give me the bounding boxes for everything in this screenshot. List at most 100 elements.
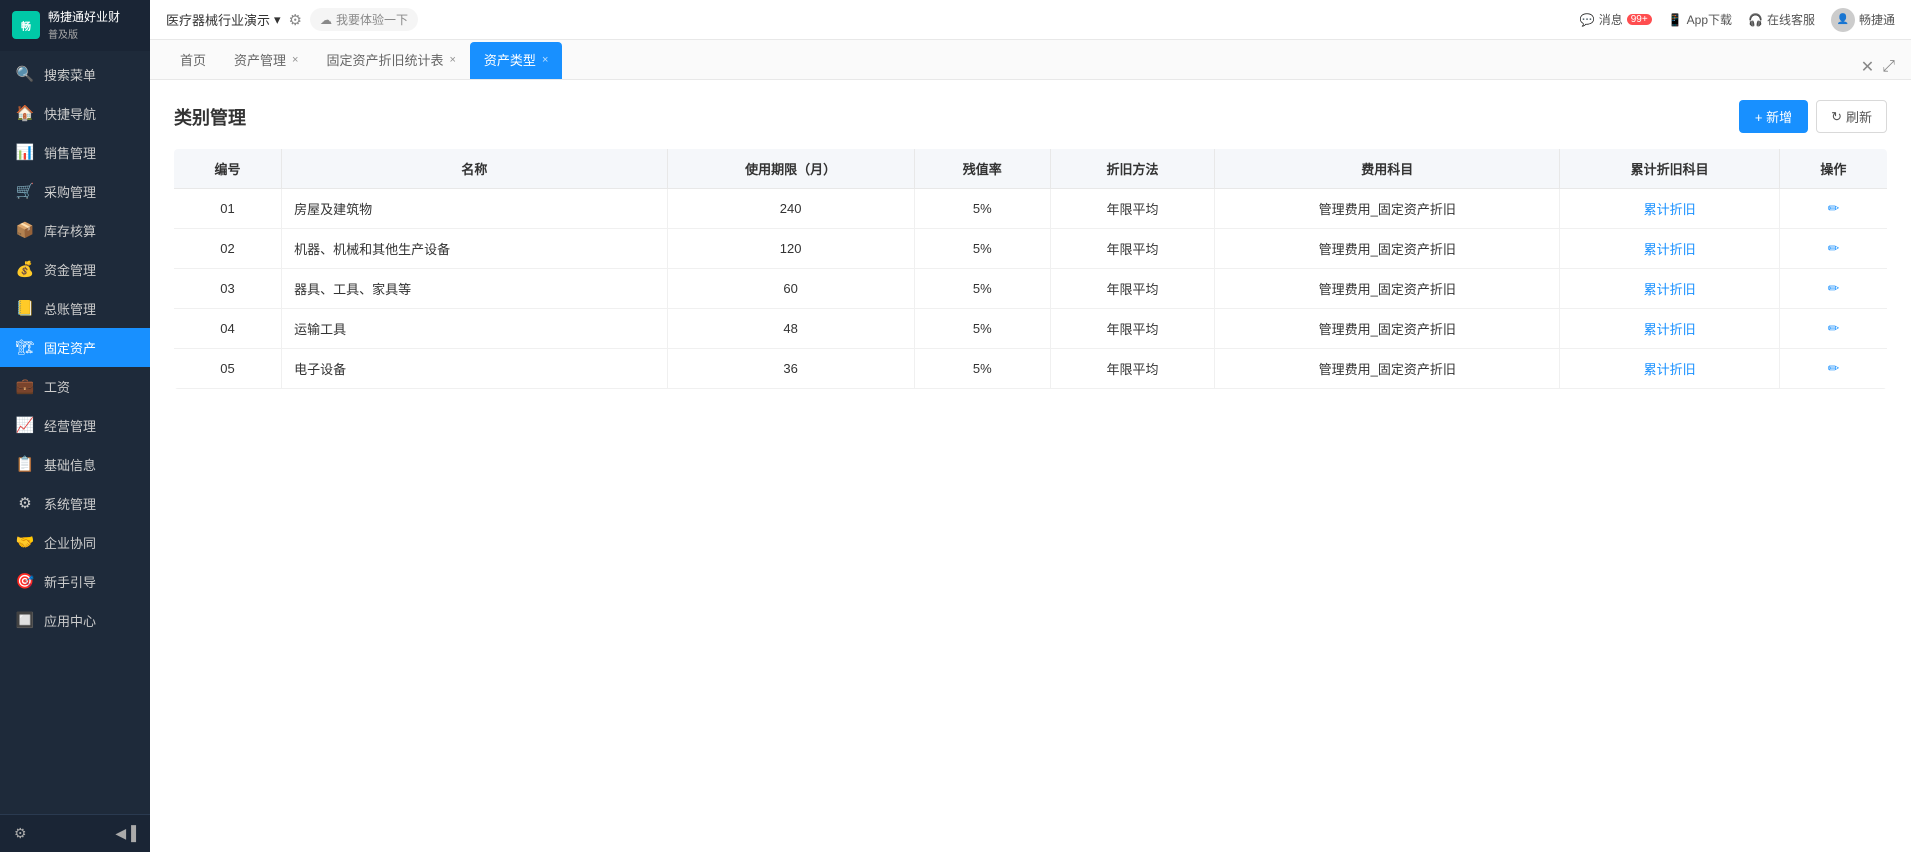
row-accumulated: 累计折旧 bbox=[1560, 269, 1779, 309]
app-center-icon: 🔲 bbox=[16, 611, 34, 629]
experience-btn[interactable]: ☁ 我要体验一下 bbox=[310, 8, 418, 31]
search-icon: 🔍 bbox=[16, 65, 34, 83]
sidebar-item-enterprise[interactable]: 🤝 企业协同 bbox=[0, 523, 150, 562]
sidebar-item-label: 经营管理 bbox=[44, 416, 96, 435]
row-period: 60 bbox=[667, 269, 914, 309]
collapse-icon[interactable]: ◀▐ bbox=[115, 825, 136, 842]
user-menu[interactable]: 👤 畅捷通 bbox=[1831, 8, 1895, 32]
row-code: 01 bbox=[174, 189, 282, 229]
row-code: 03 bbox=[174, 269, 282, 309]
cloud-icon: ☁ bbox=[320, 13, 332, 27]
expand-icon[interactable]: ⤢ bbox=[1882, 58, 1895, 76]
guide-icon: 🎯 bbox=[16, 572, 34, 590]
sidebar-item-inventory[interactable]: 📦 库存核算 bbox=[0, 211, 150, 250]
edit-icon[interactable]: ✏ bbox=[1828, 280, 1840, 296]
close-tab-icon[interactable]: ✕ bbox=[1861, 57, 1874, 77]
row-method: 年限平均 bbox=[1050, 189, 1214, 229]
sidebar-item-guide[interactable]: 🎯 新手引导 bbox=[0, 562, 150, 601]
sidebar-item-purchase[interactable]: 🛒 采购管理 bbox=[0, 172, 150, 211]
row-residual: 5% bbox=[914, 309, 1050, 349]
row-code: 04 bbox=[174, 309, 282, 349]
tab-close-asset-mgmt[interactable]: × bbox=[292, 54, 298, 66]
sidebar-item-label: 快捷导航 bbox=[44, 104, 96, 123]
tabbar: 首页资产管理×固定资产折旧统计表× 资产类型 × ✕ ⤢ bbox=[150, 40, 1911, 80]
service-icon: 🎧 bbox=[1748, 13, 1763, 27]
row-actions: ✏ bbox=[1779, 229, 1887, 269]
notifications-btn[interactable]: 💬 消息 99+ bbox=[1580, 11, 1652, 28]
tab-close-asset-type[interactable]: × bbox=[542, 54, 548, 66]
row-period: 36 bbox=[667, 349, 914, 389]
tab-label-home: 首页 bbox=[180, 50, 206, 69]
refresh-btn[interactable]: ↻ 刷新 bbox=[1816, 100, 1887, 133]
category-table: 编号名称使用期限（月）残值率折旧方法费用科目累计折旧科目操作 01 房屋及建筑物… bbox=[174, 149, 1887, 389]
row-accumulated: 累计折旧 bbox=[1560, 189, 1779, 229]
sidebar-item-label: 固定资产 bbox=[44, 338, 96, 357]
row-method: 年限平均 bbox=[1050, 229, 1214, 269]
experience-label: 我要体验一下 bbox=[336, 11, 408, 28]
row-name: 机器、机械和其他生产设备 bbox=[282, 229, 668, 269]
row-name: 房屋及建筑物 bbox=[282, 189, 668, 229]
sidebar-item-finance[interactable]: 💰 资金管理 bbox=[0, 250, 150, 289]
sidebar-item-search[interactable]: 🔍 搜索菜单 bbox=[0, 55, 150, 94]
sidebar-item-operation[interactable]: 📈 经营管理 bbox=[0, 406, 150, 445]
row-residual: 5% bbox=[914, 269, 1050, 309]
sidebar-item-salary[interactable]: 💼 工资 bbox=[0, 367, 150, 406]
new-btn[interactable]: + 新增 bbox=[1739, 100, 1808, 133]
sidebar-item-sales[interactable]: 📊 销售管理 bbox=[0, 133, 150, 172]
row-expense: 管理费用_固定资产折旧 bbox=[1214, 309, 1560, 349]
sidebar-item-label: 采购管理 bbox=[44, 182, 96, 201]
edit-icon[interactable]: ✏ bbox=[1828, 240, 1840, 256]
company-selector[interactable]: 医疗器械行业演示 ▾ bbox=[166, 10, 281, 29]
topbar-right: 💬 消息 99+ 📱 App下载 🎧 在线客服 👤 畅捷通 bbox=[1580, 8, 1895, 32]
settings-btn[interactable]: ⚙ bbox=[289, 11, 302, 29]
row-actions: ✏ bbox=[1779, 269, 1887, 309]
sidebar: 畅 畅捷通好业财 普及版 🔍 搜索菜单 🏠 快捷导航 📊 销售管理 🛒 采购管理… bbox=[0, 0, 150, 852]
row-name: 器具、工具、家具等 bbox=[282, 269, 668, 309]
tab-fixed-asset-table[interactable]: 固定资产折旧统计表× bbox=[312, 42, 469, 79]
enterprise-icon: 🤝 bbox=[16, 533, 34, 551]
sidebar-item-label: 总账管理 bbox=[44, 299, 96, 318]
row-expense: 管理费用_固定资产折旧 bbox=[1214, 229, 1560, 269]
row-code: 02 bbox=[174, 229, 282, 269]
col-header: 名称 bbox=[282, 149, 668, 189]
row-name: 电子设备 bbox=[282, 349, 668, 389]
row-period: 240 bbox=[667, 189, 914, 229]
tabbar-actions: ✕ ⤢ bbox=[1861, 57, 1895, 79]
sidebar-item-shortcut[interactable]: 🏠 快捷导航 bbox=[0, 94, 150, 133]
col-header: 操作 bbox=[1779, 149, 1887, 189]
row-expense: 管理费用_固定资产折旧 bbox=[1214, 349, 1560, 389]
company-name: 医疗器械行业演示 bbox=[166, 10, 270, 29]
download-icon: 📱 bbox=[1668, 13, 1683, 27]
bell-icon: 💬 bbox=[1580, 13, 1595, 27]
inventory-icon: 📦 bbox=[16, 221, 34, 239]
tab-home[interactable]: 首页 bbox=[166, 42, 220, 79]
sidebar-item-app-center[interactable]: 🔲 应用中心 bbox=[0, 601, 150, 640]
edit-icon[interactable]: ✏ bbox=[1828, 320, 1840, 336]
row-accumulated: 累计折旧 bbox=[1560, 229, 1779, 269]
ledger-icon: 📒 bbox=[16, 299, 34, 317]
tab-asset-mgmt[interactable]: 资产管理× bbox=[220, 42, 312, 79]
table-row: 04 运输工具 48 5% 年限平均 管理费用_固定资产折旧 累计折旧 ✏ bbox=[174, 309, 1887, 349]
row-method: 年限平均 bbox=[1050, 309, 1214, 349]
app-download-btn[interactable]: 📱 App下载 bbox=[1668, 11, 1732, 28]
row-code: 05 bbox=[174, 349, 282, 389]
col-header: 费用科目 bbox=[1214, 149, 1560, 189]
sidebar-footer: ⚙ ◀▐ bbox=[0, 814, 150, 852]
online-service-btn[interactable]: 🎧 在线客服 bbox=[1748, 11, 1815, 28]
col-header: 累计折旧科目 bbox=[1560, 149, 1779, 189]
settings-icon[interactable]: ⚙ bbox=[14, 825, 27, 842]
tab-asset-type[interactable]: 资产类型 × bbox=[470, 42, 562, 79]
table-row: 05 电子设备 36 5% 年限平均 管理费用_固定资产折旧 累计折旧 ✏ bbox=[174, 349, 1887, 389]
sidebar-item-fixed-asset[interactable]: 🏗 固定资产 bbox=[0, 328, 150, 367]
edit-icon[interactable]: ✏ bbox=[1828, 200, 1840, 216]
sidebar-item-system[interactable]: ⚙ 系统管理 bbox=[0, 484, 150, 523]
tab-close-fixed-asset-table[interactable]: × bbox=[449, 54, 455, 66]
sidebar-item-ledger[interactable]: 📒 总账管理 bbox=[0, 289, 150, 328]
edit-icon[interactable]: ✏ bbox=[1828, 360, 1840, 376]
content-area: 类别管理 + 新增 ↻ 刷新 编号名称使用期限（月）残值率折旧方法费用科目累计折… bbox=[150, 80, 1911, 852]
tab-label-asset-type: 资产类型 bbox=[484, 50, 536, 69]
sales-icon: 📊 bbox=[16, 143, 34, 161]
sidebar-item-label: 搜索菜单 bbox=[44, 65, 96, 84]
sidebar-item-basic-info[interactable]: 📋 基础信息 bbox=[0, 445, 150, 484]
col-header: 使用期限（月） bbox=[667, 149, 914, 189]
